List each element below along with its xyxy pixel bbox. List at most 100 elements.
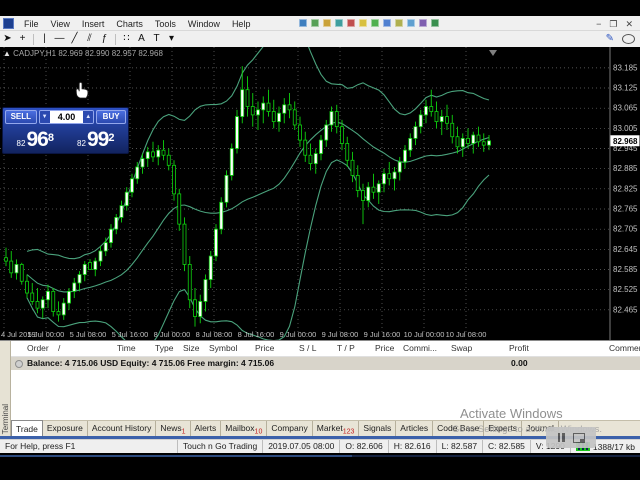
trendline-tool[interactable]: ╱ [67, 31, 82, 47]
candle-body [471, 134, 476, 144]
buy-price[interactable]: 82 99 2 [66, 124, 127, 153]
candle-body [345, 143, 350, 161]
sell-price[interactable]: 82 96 8 [5, 124, 66, 153]
video-progress-bar[interactable] [0, 455, 640, 457]
candle-body [392, 171, 397, 180]
column-profit[interactable]: Profit [509, 343, 529, 353]
candle-body [229, 148, 234, 176]
sell-button[interactable]: SELL [5, 110, 37, 124]
tab-exposure[interactable]: Exposure [43, 421, 88, 436]
candle-body [67, 290, 71, 304]
data-window-icon[interactable] [311, 19, 319, 27]
menu-help[interactable]: Help [226, 19, 257, 29]
column-time[interactable]: Time [117, 343, 136, 353]
channel-tool[interactable]: ⫽ [82, 31, 97, 47]
tab-market[interactable]: Market123 [313, 421, 360, 436]
horizontal-line-tool[interactable]: — [52, 31, 67, 47]
pause-icon[interactable] [557, 433, 565, 442]
column-tp[interactable]: T / P [337, 343, 355, 353]
volume-down-icon[interactable]: ▼ [39, 111, 50, 123]
cursor-tool[interactable]: ➤ [0, 31, 15, 47]
tab-badge: 123 [342, 428, 355, 436]
column-swap[interactable]: Swap [451, 343, 472, 353]
crosshair-tool[interactable]: + [15, 31, 30, 47]
new-order-icon[interactable] [347, 19, 355, 27]
column-type[interactable]: Type [155, 343, 173, 353]
quick-edit-icon[interactable]: ✎ [606, 33, 614, 44]
status-profile[interactable]: Touch n Go Trading [177, 440, 262, 453]
toolbar-separator [33, 33, 34, 45]
volume-stepper: ▼ 4.00 ▲ [38, 110, 95, 124]
close-icon[interactable]: ✕ [621, 19, 637, 29]
candle-body [35, 301, 40, 309]
column-size[interactable]: Size [183, 343, 200, 353]
picture-in-picture-icon[interactable] [572, 432, 585, 443]
fibonacci-tool[interactable]: ƒ [97, 31, 112, 47]
buy-price-sup: 2 [108, 132, 115, 144]
metaeditor-icon[interactable] [359, 19, 367, 27]
candle-body [235, 116, 239, 149]
candle-body [98, 250, 103, 262]
restore-icon[interactable]: ❐ [605, 19, 621, 29]
column-commi[interactable]: Commi... [403, 343, 437, 353]
tab-account-history[interactable]: Account History [88, 421, 157, 436]
tab-mailbox[interactable]: Mailbox10 [221, 421, 268, 436]
candle-body [124, 191, 129, 207]
candle-body [455, 136, 460, 148]
column-price[interactable]: Price [255, 343, 274, 353]
tab-news[interactable]: News1 [156, 421, 191, 436]
balance-row[interactable]: Balance: 4 715.06 USD Equity: 4 715.06 F… [11, 357, 640, 370]
column-price[interactable]: Price [375, 343, 394, 353]
candle-body [130, 178, 134, 193]
volume-input[interactable]: 4.00 [49, 111, 84, 123]
candle-body [214, 228, 218, 257]
cycle-lines-tool[interactable]: ∷ [119, 31, 134, 47]
buy-button[interactable]: BUY [96, 110, 126, 124]
arrows-tool[interactable]: ▾ [164, 31, 179, 47]
menu-charts[interactable]: Charts [110, 19, 149, 29]
menu-tools[interactable]: Tools [149, 19, 182, 29]
tab-trade[interactable]: Trade [11, 420, 43, 436]
column-order[interactable]: Order [27, 343, 49, 353]
chat-bubble-icon[interactable] [622, 33, 635, 44]
timeframe-icon[interactable] [407, 19, 415, 27]
column-sl[interactable]: S / L [299, 343, 316, 353]
column-[interactable]: / [58, 343, 60, 353]
price-axis-label: 82.705 [613, 225, 638, 234]
price-chart[interactable]: 82.465 82.525 82.585 82.645 82.705 82.765 82.8… [0, 14, 640, 348]
text-label-tool[interactable]: T [149, 31, 164, 47]
menu-file[interactable]: File [18, 19, 45, 29]
text-tool[interactable]: A [134, 31, 149, 47]
menu-view[interactable]: View [45, 19, 76, 29]
terminal-panel-icon[interactable] [335, 19, 343, 27]
menu-insert[interactable]: Insert [76, 19, 111, 29]
app-logo-icon [3, 17, 14, 29]
column-symbol[interactable]: Symbol [209, 343, 237, 353]
minimize-icon[interactable]: − [592, 19, 605, 29]
price-axis-label: 82.885 [613, 164, 638, 173]
profiles-icon[interactable] [395, 19, 403, 27]
zoom-in-icon[interactable] [419, 19, 427, 27]
new-chart-icon[interactable] [383, 19, 391, 27]
column-comment[interactable]: Comment [609, 343, 640, 353]
navigator-icon[interactable] [323, 19, 331, 27]
tab-badge: 10 [254, 428, 263, 436]
volume-up-icon[interactable]: ▲ [83, 111, 94, 123]
vertical-line-tool[interactable]: | [37, 31, 52, 47]
standard-toolbar [299, 19, 439, 27]
candle-body [424, 106, 428, 116]
time-axis-label: 9 Jul 00:00 [280, 330, 317, 339]
tab-alerts[interactable]: Alerts [191, 421, 222, 436]
indicators-icon[interactable] [431, 19, 439, 27]
candle-body [88, 262, 92, 270]
chart-area[interactable]: 82.465 82.525 82.585 82.645 82.705 82.765 82.8… [0, 14, 640, 348]
candle-body [303, 139, 308, 156]
tab-signals[interactable]: Signals [359, 421, 397, 436]
terminal-side-strip[interactable]: Terminal [0, 341, 11, 437]
menu-window[interactable]: Window [182, 19, 226, 29]
tab-articles[interactable]: Articles [396, 421, 434, 436]
market-watch-icon[interactable] [299, 19, 307, 27]
candle-body [434, 111, 439, 123]
tab-company[interactable]: Company [267, 421, 313, 436]
autotrading-icon[interactable] [371, 19, 379, 27]
